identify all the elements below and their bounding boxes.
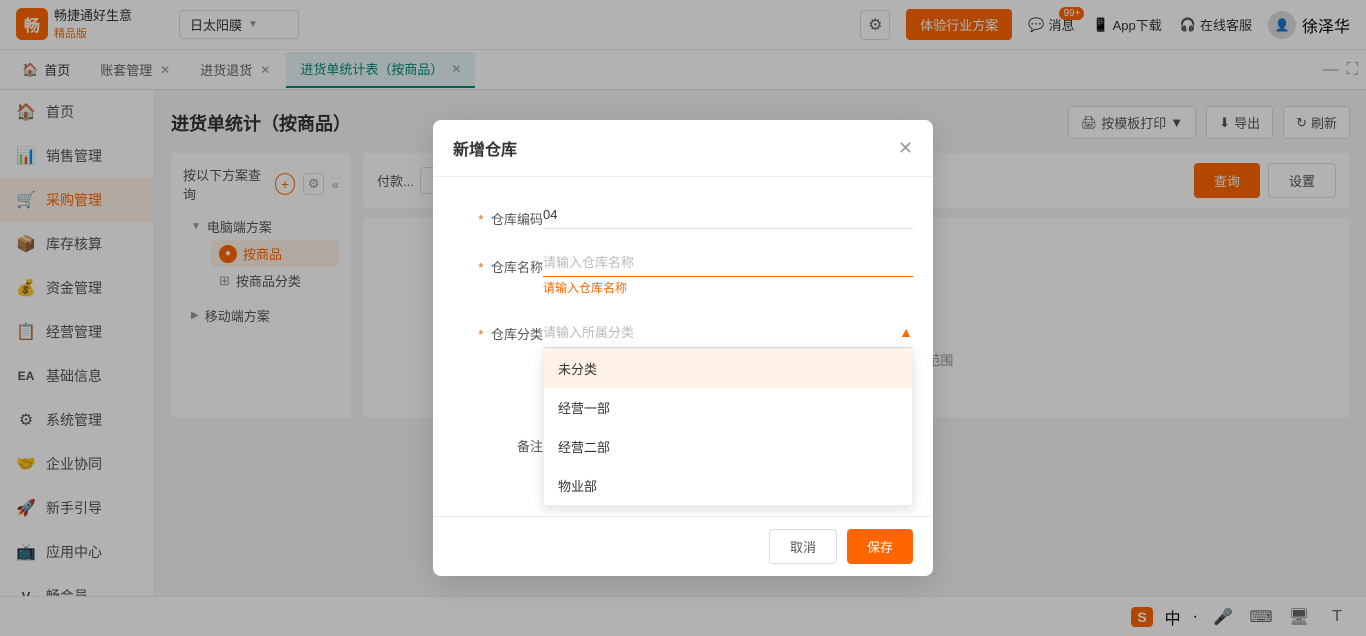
dropdown-item-property[interactable]: 物业部	[544, 466, 912, 505]
dialog-footer: 取消 保存	[433, 516, 933, 576]
warehouse-category-label: * 仓库分类	[453, 316, 543, 343]
save-button[interactable]: 保存	[847, 529, 913, 564]
dialog-body: * 仓库编码 * 仓库名称 请输入仓库名称	[433, 177, 933, 516]
warehouse-category-selector[interactable]: 请输入所属分类 ▲	[543, 316, 913, 348]
warehouse-code-wrap	[543, 201, 913, 229]
dialog-title: 新增仓库	[453, 136, 517, 160]
dropdown-item-dept2[interactable]: 经营二部	[544, 427, 912, 466]
warehouse-code-row: * 仓库编码	[453, 201, 913, 229]
dialog-overlay: 新增仓库 ✕ * 仓库编码 * 仓库名称	[0, 0, 1366, 636]
dialog-close-button[interactable]: ✕	[898, 138, 913, 159]
chevron-up-icon: ▲	[899, 324, 913, 340]
warehouse-category-wrap: 请输入所属分类 ▲ 未分类 经营一部 经营二部 物业部	[543, 316, 913, 348]
warehouse-name-row: * 仓库名称 请输入仓库名称	[453, 249, 913, 296]
warehouse-code-input[interactable]	[543, 201, 913, 229]
category-dropdown: 未分类 经营一部 经营二部 物业部	[543, 348, 913, 506]
warehouse-name-label: * 仓库名称	[453, 249, 543, 276]
new-warehouse-dialog: 新增仓库 ✕ * 仓库编码 * 仓库名称	[433, 120, 933, 576]
dialog-header: 新增仓库 ✕	[433, 120, 933, 177]
dropdown-item-uncategorized[interactable]: 未分类	[544, 349, 912, 388]
warehouse-name-input[interactable]	[543, 249, 913, 277]
warehouse-name-wrap: 请输入仓库名称	[543, 249, 913, 296]
warehouse-category-row: * 仓库分类 请输入所属分类 ▲ 未分类 经营一部 经营二部 物业部	[453, 316, 913, 348]
cancel-button[interactable]: 取消	[769, 529, 837, 564]
warehouse-name-error: 请输入仓库名称	[543, 279, 913, 296]
warehouse-code-label: * 仓库编码	[453, 201, 543, 228]
dropdown-item-dept1[interactable]: 经营一部	[544, 388, 912, 427]
notes-label: 备注	[453, 428, 543, 455]
